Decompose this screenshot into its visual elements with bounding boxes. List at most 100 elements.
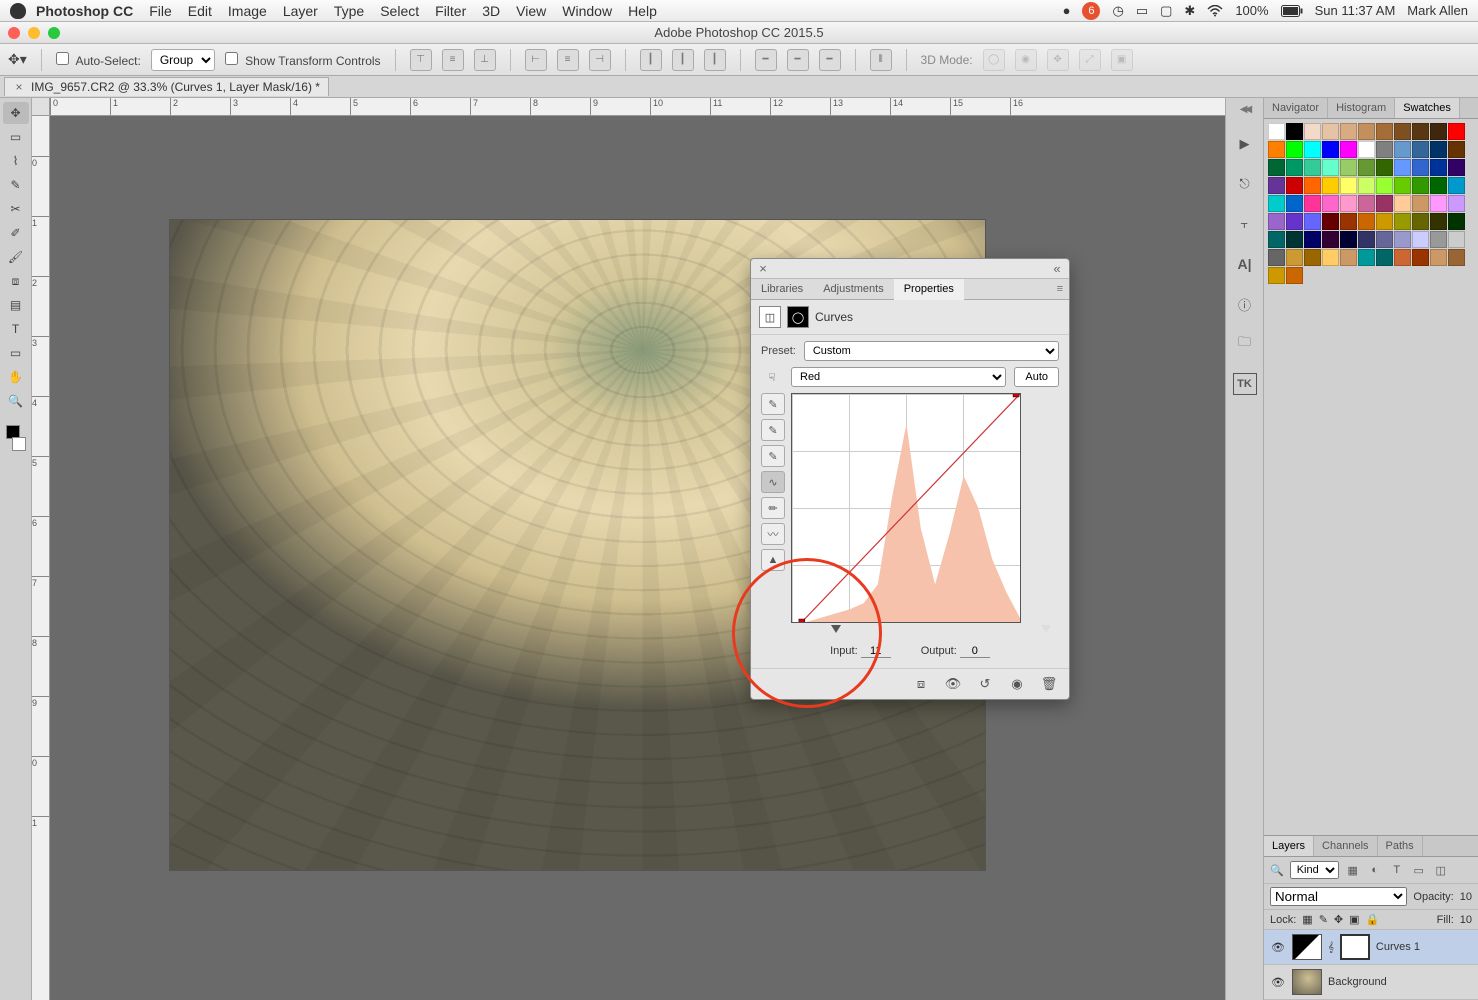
swatch[interactable] [1304, 249, 1321, 266]
swatch[interactable] [1286, 159, 1303, 176]
swatch[interactable] [1286, 177, 1303, 194]
tab-swatches[interactable]: Swatches [1395, 98, 1460, 118]
swatch[interactable] [1412, 159, 1429, 176]
auto-select-dropdown[interactable]: Group [151, 49, 215, 71]
swatch[interactable] [1430, 141, 1447, 158]
visibility-toggle-icon[interactable]: 👁 [1270, 941, 1286, 954]
swatch[interactable] [1304, 123, 1321, 140]
lock-position-icon[interactable]: ✥ [1334, 913, 1343, 926]
swatch[interactable] [1340, 159, 1357, 176]
swatch[interactable] [1322, 195, 1339, 212]
swatch[interactable] [1448, 177, 1465, 194]
swatch[interactable] [1412, 213, 1429, 230]
layer-filter-icon[interactable]: 🔍 [1270, 864, 1284, 877]
auto-align-icon[interactable]: ⫴ [870, 49, 892, 71]
menu-file[interactable]: File [149, 3, 172, 19]
lasso-tool[interactable]: ⌇ [3, 150, 29, 172]
swatch[interactable] [1394, 195, 1411, 212]
layer-mask-thumb[interactable] [1340, 934, 1370, 960]
document-tab[interactable]: × IMG_9657.CR2 @ 33.3% (Curves 1, Layer … [4, 77, 329, 96]
layer-item-background[interactable]: 👁 Background [1264, 965, 1478, 1000]
distribute-right-icon[interactable]: ━ [819, 49, 841, 71]
layer-adjustment-thumb[interactable] [1292, 934, 1322, 960]
clock-text[interactable]: Sun 11:37 AM [1315, 3, 1396, 18]
opacity-value[interactable]: 10 [1460, 891, 1472, 903]
swatch[interactable] [1268, 213, 1285, 230]
swatch[interactable] [1412, 123, 1429, 140]
swatch[interactable] [1268, 195, 1285, 212]
swatch[interactable] [1304, 159, 1321, 176]
tab-navigator[interactable]: Navigator [1264, 98, 1328, 118]
swatch[interactable] [1376, 231, 1393, 248]
eyedropper-tool[interactable]: ✐ [3, 222, 29, 244]
swatch[interactable] [1394, 231, 1411, 248]
move-tool-icon[interactable]: ✥▾ [8, 51, 27, 68]
swatch[interactable] [1268, 177, 1285, 194]
swatch[interactable] [1304, 213, 1321, 230]
curve-point-tool-icon[interactable]: ∿ [761, 471, 785, 493]
filter-type-icon[interactable]: T [1389, 862, 1405, 878]
adjustments-panel-icon[interactable]: ⫟ [1233, 213, 1257, 235]
toggle-visibility-icon[interactable]: ◉ [1007, 675, 1027, 693]
display-icon[interactable]: ▭ [1136, 3, 1148, 19]
swatch[interactable] [1322, 249, 1339, 266]
swatch[interactable] [1286, 141, 1303, 158]
menu-help[interactable]: Help [628, 3, 657, 19]
swatch[interactable] [1286, 213, 1303, 230]
swatch[interactable] [1340, 195, 1357, 212]
view-previous-icon[interactable]: 👁 [943, 675, 963, 693]
window-close-button[interactable] [8, 27, 20, 39]
menu-select[interactable]: Select [380, 3, 419, 19]
lock-pixels-icon[interactable]: ✎ [1319, 913, 1328, 926]
distribute-bottom-icon[interactable]: ┃ [704, 49, 726, 71]
align-right-icon[interactable]: ⊣ [589, 49, 611, 71]
menu-layer[interactable]: Layer [283, 3, 318, 19]
tk-panel-icon[interactable]: TK [1233, 373, 1257, 395]
bluetooth-icon[interactable]: ✱ [1184, 3, 1195, 19]
swatch[interactable] [1430, 195, 1447, 212]
tab-histogram[interactable]: Histogram [1328, 98, 1395, 118]
swatch[interactable] [1430, 177, 1447, 194]
type-tool[interactable]: T [3, 318, 29, 340]
close-tab-icon[interactable]: × [13, 81, 25, 93]
marquee-tool[interactable]: ▭ [3, 126, 29, 148]
swatch[interactable] [1304, 177, 1321, 194]
gradient-tool[interactable]: ▤ [3, 294, 29, 316]
layer-image-thumb[interactable] [1292, 969, 1322, 995]
input-value-field[interactable] [861, 645, 891, 658]
swatch[interactable] [1322, 123, 1339, 140]
swatch[interactable] [1358, 213, 1375, 230]
zoom-tool[interactable]: 🔍 [3, 390, 29, 412]
status-notif-badge[interactable]: 6 [1082, 2, 1100, 20]
menu-type[interactable]: Type [334, 3, 364, 19]
quick-select-tool[interactable]: ✎ [3, 174, 29, 196]
swatch[interactable] [1340, 141, 1357, 158]
swatch[interactable] [1430, 231, 1447, 248]
swatch[interactable] [1340, 123, 1357, 140]
swatch[interactable] [1358, 249, 1375, 266]
blend-mode-dropdown[interactable]: Normal [1270, 887, 1407, 906]
menu-edit[interactable]: Edit [188, 3, 212, 19]
curves-graph[interactable] [791, 393, 1021, 623]
swatch[interactable] [1322, 141, 1339, 158]
layer-link-icon[interactable]: 𝄞 [1328, 942, 1334, 953]
swatch[interactable] [1268, 231, 1285, 248]
lock-transparent-icon[interactable]: ▦ [1302, 913, 1312, 926]
filter-pixel-icon[interactable]: ▦ [1345, 862, 1361, 878]
swatch[interactable] [1340, 231, 1357, 248]
status-dot-icon[interactable]: ● [1063, 3, 1071, 18]
align-left-icon[interactable]: ⊢ [525, 49, 547, 71]
history-panel-icon[interactable]: ⎋ [1233, 173, 1257, 195]
swatch[interactable] [1394, 123, 1411, 140]
swatch[interactable] [1394, 141, 1411, 158]
swatch[interactable] [1394, 159, 1411, 176]
swatch[interactable] [1358, 195, 1375, 212]
swatch[interactable] [1322, 159, 1339, 176]
filter-shape-icon[interactable]: ▭ [1411, 862, 1427, 878]
swatch[interactable] [1358, 159, 1375, 176]
tab-libraries[interactable]: Libraries [751, 279, 813, 299]
swatch[interactable] [1268, 159, 1285, 176]
menu-window[interactable]: Window [562, 3, 612, 19]
swatch[interactable] [1412, 195, 1429, 212]
layer-name[interactable]: Curves 1 [1376, 941, 1420, 953]
